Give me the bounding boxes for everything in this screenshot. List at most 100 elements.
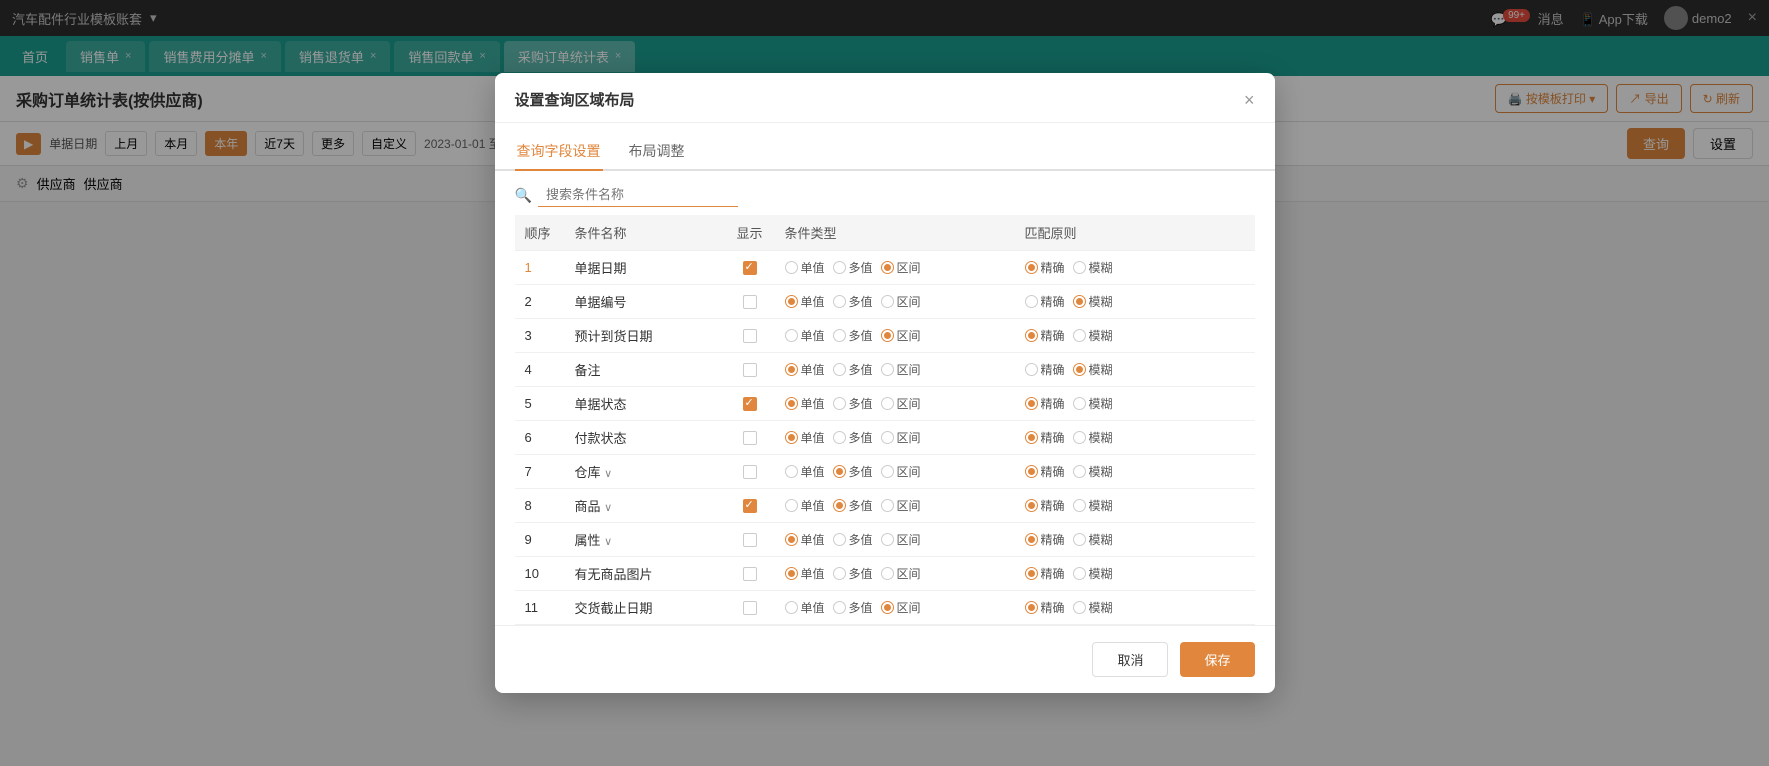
row-cond-type: 单值多值区间	[775, 421, 1015, 455]
cond-type-radio-区间[interactable]	[881, 601, 894, 614]
cond-type-radio-单值[interactable]	[785, 499, 798, 512]
show-checkbox[interactable]	[743, 295, 757, 309]
row-order: 9	[515, 523, 565, 557]
cancel-button[interactable]: 取消	[1092, 642, 1168, 677]
show-checkbox[interactable]	[743, 363, 757, 377]
row-show	[725, 591, 775, 625]
cond-type-radio-多值[interactable]	[833, 465, 846, 478]
table-row: 5单据状态单值多值区间精确模糊	[515, 387, 1255, 421]
cond-type-radio-区间[interactable]	[881, 465, 894, 478]
cond-type-radio-单值[interactable]	[785, 601, 798, 614]
cond-type-radio-多值[interactable]	[833, 397, 846, 410]
cond-type-radio-区间[interactable]	[881, 397, 894, 410]
match-radio-精确[interactable]	[1025, 533, 1038, 546]
row-show	[725, 353, 775, 387]
match-radio-精确[interactable]	[1025, 295, 1038, 308]
cond-type-radio-多值[interactable]	[833, 261, 846, 274]
match-radio-模糊[interactable]	[1073, 329, 1086, 342]
show-checkbox[interactable]	[743, 261, 757, 275]
show-checkbox[interactable]	[743, 431, 757, 445]
table-row: 11交货截止日期单值多值区间精确模糊	[515, 591, 1255, 625]
cond-type-radio-多值[interactable]	[833, 295, 846, 308]
cond-type-radio-区间[interactable]	[881, 533, 894, 546]
match-radio-模糊[interactable]	[1073, 431, 1086, 444]
radio-label: 模糊	[1089, 463, 1113, 480]
match-radio-精确[interactable]	[1025, 465, 1038, 478]
cond-type-radio-区间[interactable]	[881, 499, 894, 512]
show-checkbox[interactable]	[743, 601, 757, 615]
match-radio-精确[interactable]	[1025, 363, 1038, 376]
cond-type-radio-区间[interactable]	[881, 329, 894, 342]
cond-type-radio-单值[interactable]	[785, 363, 798, 376]
table-row: 3预计到货日期单值多值区间精确模糊	[515, 319, 1255, 353]
cond-type-radio-多值[interactable]	[833, 533, 846, 546]
modal-tabs: 查询字段设置 布局调整	[495, 123, 1275, 171]
cond-type-radio-单值[interactable]	[785, 431, 798, 444]
match-radio-模糊[interactable]	[1073, 601, 1086, 614]
match-radio-模糊[interactable]	[1073, 363, 1086, 376]
cond-type-radio-多值[interactable]	[833, 567, 846, 580]
cond-type-radio-多值[interactable]	[833, 601, 846, 614]
show-checkbox[interactable]	[743, 465, 757, 479]
cond-type-radio-多值[interactable]	[833, 363, 846, 376]
show-checkbox[interactable]	[743, 567, 757, 581]
row-match: 精确模糊	[1015, 387, 1255, 421]
radio-label: 精确	[1041, 429, 1065, 446]
match-radio-模糊[interactable]	[1073, 533, 1086, 546]
radio-label: 模糊	[1089, 327, 1113, 344]
radio-label: 模糊	[1089, 531, 1113, 548]
cond-type-radio-多值[interactable]	[833, 499, 846, 512]
cond-type-radio-单值[interactable]	[785, 329, 798, 342]
match-radio-精确[interactable]	[1025, 261, 1038, 274]
show-checkbox[interactable]	[743, 499, 757, 513]
modal-close-button[interactable]: ×	[1244, 91, 1255, 109]
show-checkbox[interactable]	[743, 329, 757, 343]
match-radio-模糊[interactable]	[1073, 261, 1086, 274]
cond-type-radio-单值[interactable]	[785, 465, 798, 478]
cond-type-radio-区间[interactable]	[881, 431, 894, 444]
match-radio-精确[interactable]	[1025, 397, 1038, 410]
modal-tab-layout[interactable]: 布局调整	[627, 133, 687, 171]
radio-label: 区间	[897, 497, 921, 514]
search-input[interactable]	[538, 183, 738, 207]
radio-label: 精确	[1041, 361, 1065, 378]
cond-type-radio-单值[interactable]	[785, 533, 798, 546]
cond-type-radio-单值[interactable]	[785, 261, 798, 274]
row-show	[725, 251, 775, 285]
row-order: 3	[515, 319, 565, 353]
cond-type-radio-区间[interactable]	[881, 567, 894, 580]
cond-type-radio-区间[interactable]	[881, 261, 894, 274]
match-radio-模糊[interactable]	[1073, 499, 1086, 512]
match-radio-精确[interactable]	[1025, 431, 1038, 444]
cond-type-radio-单值[interactable]	[785, 567, 798, 580]
radio-label: 区间	[897, 599, 921, 616]
radio-label: 精确	[1041, 565, 1065, 582]
match-radio-精确[interactable]	[1025, 329, 1038, 342]
match-radio-精确[interactable]	[1025, 601, 1038, 614]
dropdown-icon: ∨	[604, 536, 612, 548]
row-name: 交货截止日期	[565, 591, 725, 625]
col-header-order: 顺序	[515, 215, 565, 251]
match-radio-模糊[interactable]	[1073, 465, 1086, 478]
cond-type-radio-多值[interactable]	[833, 329, 846, 342]
radio-label: 精确	[1041, 463, 1065, 480]
cond-type-radio-单值[interactable]	[785, 397, 798, 410]
cond-type-radio-区间[interactable]	[881, 295, 894, 308]
radio-label: 区间	[897, 361, 921, 378]
row-show	[725, 557, 775, 591]
save-button[interactable]: 保存	[1180, 642, 1254, 677]
match-radio-精确[interactable]	[1025, 567, 1038, 580]
match-radio-模糊[interactable]	[1073, 567, 1086, 580]
show-checkbox[interactable]	[743, 397, 757, 411]
match-radio-模糊[interactable]	[1073, 397, 1086, 410]
show-checkbox[interactable]	[743, 533, 757, 547]
row-show	[725, 285, 775, 319]
match-radio-模糊[interactable]	[1073, 295, 1086, 308]
match-radio-精确[interactable]	[1025, 499, 1038, 512]
modal-tab-query-fields[interactable]: 查询字段设置	[515, 133, 603, 171]
radio-label: 单值	[801, 531, 825, 548]
cond-type-radio-单值[interactable]	[785, 295, 798, 308]
radio-label: 精确	[1041, 531, 1065, 548]
cond-type-radio-区间[interactable]	[881, 363, 894, 376]
cond-type-radio-多值[interactable]	[833, 431, 846, 444]
